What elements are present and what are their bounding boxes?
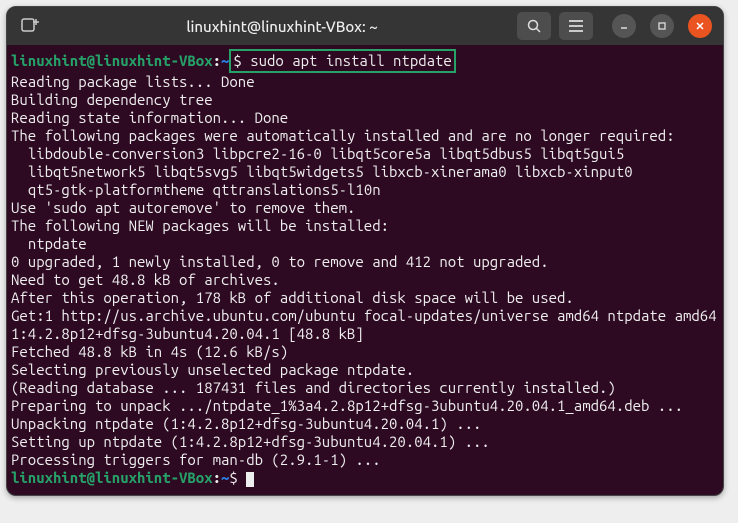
output-line: Need to get 48.8 kB of archives. xyxy=(11,271,719,289)
output-line: libqt5network5 libqt5svg5 libqt5widgets5… xyxy=(11,163,719,181)
output-line: qt5-gtk-platformtheme qttranslations5-l1… xyxy=(11,181,719,199)
output-line: Processing triggers for man-db (2.9.1-1)… xyxy=(11,451,719,469)
output-line: Reading state information... Done xyxy=(11,109,719,127)
search-button[interactable] xyxy=(517,12,551,40)
prompt-user-host: linuxhint@linuxhint-VBox xyxy=(11,469,213,486)
hamburger-menu-button[interactable] xyxy=(559,12,593,40)
terminal-window: linuxhint@linuxhint-VBox: ~ xyxy=(6,6,724,496)
search-icon xyxy=(527,19,541,33)
prompt-dollar: $ xyxy=(229,469,237,486)
output-line: Selecting previously unselected package … xyxy=(11,361,719,379)
output-line: Setting up ntpdate (1:4.2.8p12+dfsg-3ubu… xyxy=(11,433,719,451)
titlebar: linuxhint@linuxhint-VBox: ~ xyxy=(7,7,723,45)
output-line: Use 'sudo apt autoremove' to remove them… xyxy=(11,199,719,217)
cursor xyxy=(246,472,254,487)
output-line: ntpdate xyxy=(11,235,719,253)
close-icon xyxy=(695,21,705,31)
output-line: Reading package lists... Done xyxy=(11,73,719,91)
window-title: linuxhint@linuxhint-VBox: ~ xyxy=(51,18,513,35)
hamburger-icon xyxy=(569,20,583,32)
output-line: (Reading database ... 187431 files and d… xyxy=(11,379,719,397)
prompt-line-2: linuxhint@linuxhint-VBox:~$ xyxy=(11,469,719,487)
output-line: Unpacking ntpdate (1:4.2.8p12+dfsg-3ubun… xyxy=(11,415,719,433)
output-line: Fetched 48.8 kB in 4s (12.6 kB/s) xyxy=(11,343,719,361)
new-tab-icon xyxy=(20,17,40,35)
output-line: After this operation, 178 kB of addition… xyxy=(11,289,719,307)
output-line: 0 upgraded, 1 newly installed, 0 to remo… xyxy=(11,253,719,271)
output-line: The following packages were automaticall… xyxy=(11,127,719,145)
terminal-content[interactable]: linuxhint@linuxhint-VBox:~$ sudo apt ins… xyxy=(7,45,723,495)
output-line: libdouble-conversion3 libpcre2-16-0 libq… xyxy=(11,145,719,163)
minimize-button[interactable] xyxy=(612,14,636,38)
maximize-icon xyxy=(657,21,667,31)
output-line: The following NEW packages will be insta… xyxy=(11,217,719,235)
prompt-line-1: linuxhint@linuxhint-VBox:~$ sudo apt ins… xyxy=(11,49,719,73)
output-line: Building dependency tree xyxy=(11,91,719,109)
output-line: Preparing to unpack .../ntpdate_1%3a4.2.… xyxy=(11,397,719,415)
highlighted-command: $ sudo apt install ntpdate xyxy=(229,49,455,73)
close-button[interactable] xyxy=(688,14,712,38)
prompt-colon: : xyxy=(213,469,221,486)
prompt-user-host: linuxhint@linuxhint-VBox xyxy=(11,52,213,69)
minimize-icon xyxy=(619,21,629,31)
maximize-button[interactable] xyxy=(650,14,674,38)
output-line: Get:1 http://us.archive.ubuntu.com/ubunt… xyxy=(11,307,719,343)
prompt-colon: : xyxy=(213,52,221,69)
prompt-path: ~ xyxy=(221,52,229,69)
new-tab-button[interactable] xyxy=(13,12,47,40)
